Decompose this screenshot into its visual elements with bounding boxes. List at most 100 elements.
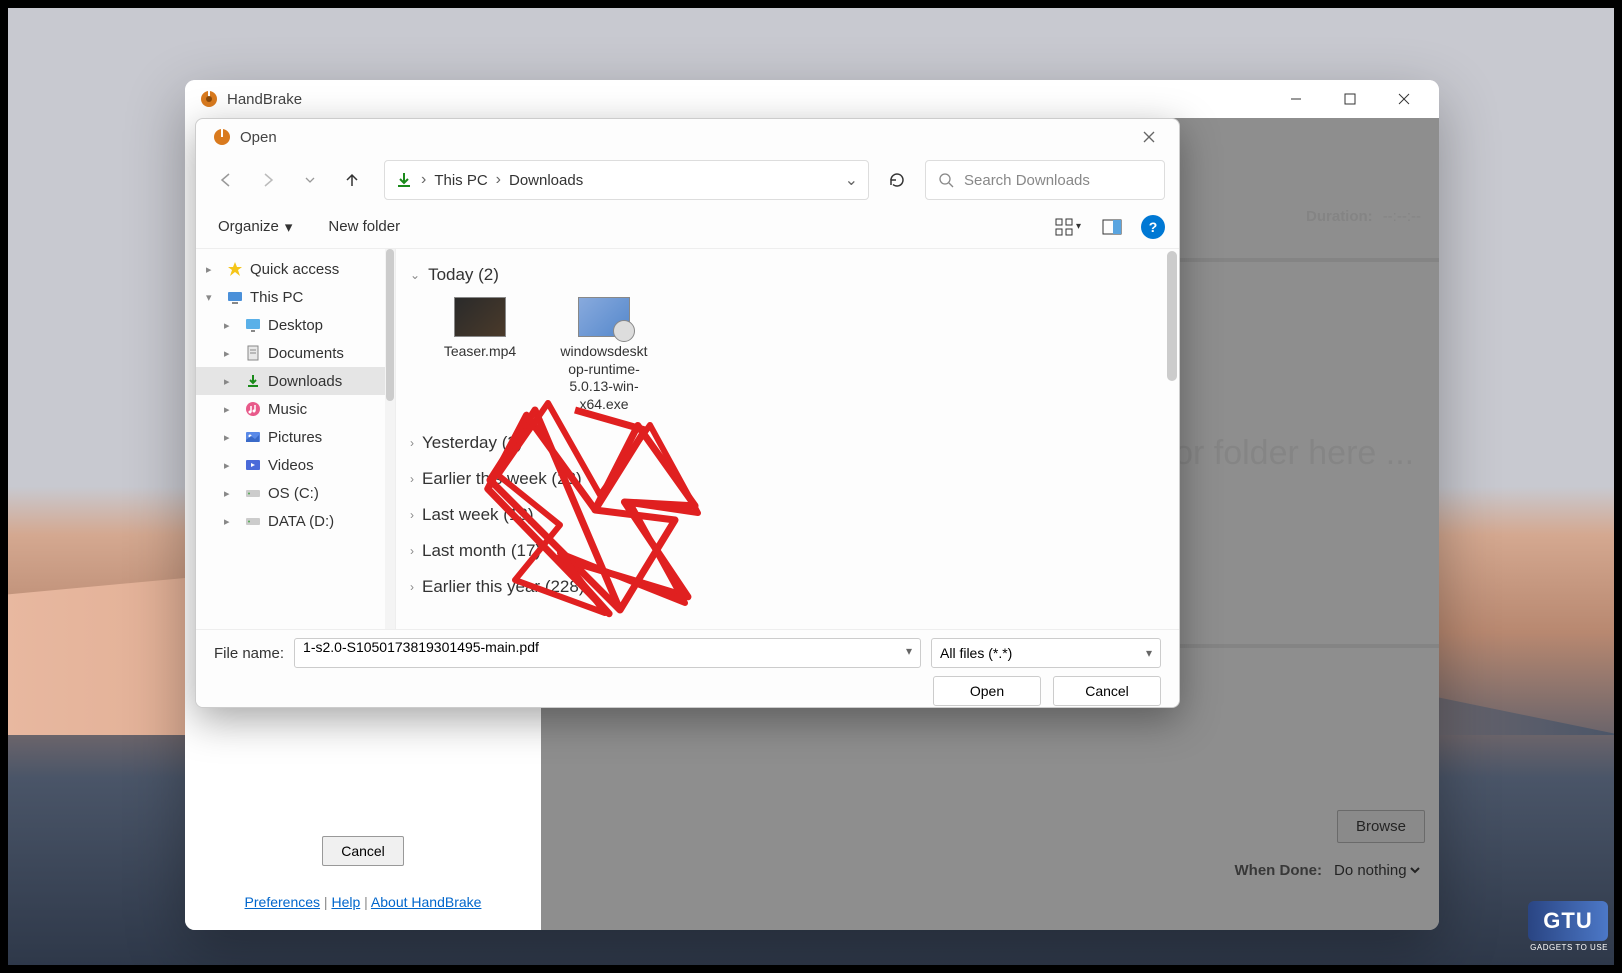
dialog-close-button[interactable]	[1129, 122, 1169, 152]
chevron-icon: ⌄	[410, 268, 420, 282]
pictures-icon	[244, 428, 262, 446]
help-link[interactable]: Help	[331, 894, 360, 910]
documents-icon	[244, 344, 262, 362]
tree-item-os-c-[interactable]: ▸ OS (C:)	[196, 479, 395, 507]
dialog-title: Open	[240, 129, 277, 146]
star-icon	[226, 260, 244, 278]
new-folder-button[interactable]: New folder	[320, 214, 408, 239]
watermark-logo: GTU	[1528, 901, 1608, 941]
chevron-icon[interactable]: ▸	[206, 263, 220, 276]
chevron-down-icon[interactable]: ⌄	[845, 170, 858, 190]
tree-item-downloads[interactable]: ▸ Downloads	[196, 367, 395, 395]
chevron-icon[interactable]: ▸	[224, 319, 238, 332]
tree-item-videos[interactable]: ▸Videos	[196, 451, 395, 479]
app-titlebar[interactable]: HandBrake	[185, 80, 1439, 118]
group-label: Today (2)	[428, 265, 499, 285]
recent-button[interactable]	[294, 164, 326, 196]
tree-item-quick-access[interactable]: ▸ Quick access	[196, 255, 395, 283]
tree-item-data-d-[interactable]: ▸ DATA (D:)	[196, 507, 395, 535]
group-header[interactable]: ›Earlier this year (228)	[410, 569, 1165, 605]
drive-icon	[244, 512, 262, 530]
preferences-link[interactable]: Preferences	[245, 894, 320, 910]
footer-links: Preferences | Help | About HandBrake	[185, 884, 541, 930]
chevron-icon[interactable]: ▸	[224, 403, 238, 416]
tree-label: Pictures	[268, 429, 322, 446]
chevron-icon[interactable]: ▸	[224, 431, 238, 444]
back-button[interactable]	[210, 164, 242, 196]
group-header[interactable]: ›Last month (17)	[410, 533, 1165, 569]
filename-input[interactable]: 1-s2.0-S1050173819301495-main.pdf	[294, 638, 921, 668]
drive-icon	[244, 484, 262, 502]
minimize-button[interactable]	[1269, 80, 1323, 118]
chevron-right-icon: ›	[496, 171, 501, 189]
chevron-icon[interactable]: ▸	[224, 459, 238, 472]
organize-button[interactable]: Organize ▾	[210, 214, 300, 240]
tree-label: Quick access	[250, 261, 339, 278]
open-button[interactable]: Open	[933, 676, 1041, 706]
filename-label: File name:	[214, 645, 284, 662]
watermark: GTU GADGETS TO USE	[1528, 901, 1608, 957]
tree-item-music[interactable]: ▸ Music	[196, 395, 395, 423]
pc-icon	[226, 288, 244, 306]
chevron-down-icon: ▾	[285, 218, 293, 236]
download-icon	[395, 171, 413, 189]
address-bar[interactable]: › This PC › Downloads ⌄	[384, 160, 869, 200]
chevron-icon: ›	[410, 580, 414, 594]
scrollbar-thumb[interactable]	[1167, 251, 1177, 381]
group-header[interactable]: ⌄ Today (2)	[410, 257, 1165, 293]
chevron-icon[interactable]: ▸	[224, 515, 238, 528]
scrollbar[interactable]	[385, 249, 395, 629]
tree-item-desktop[interactable]: ▸Desktop	[196, 311, 395, 339]
group-label: Last week (13)	[422, 505, 534, 525]
chevron-icon[interactable]: ▸	[224, 487, 238, 500]
tree-item-this-pc[interactable]: ▾ This PC	[196, 283, 395, 311]
filetype-filter[interactable]: All files (*.*)	[931, 638, 1161, 668]
toolbar: Organize ▾ New folder ▾ ?	[196, 205, 1179, 249]
cancel-button[interactable]: Cancel	[322, 836, 404, 866]
breadcrumb-item[interactable]: Downloads	[509, 172, 583, 189]
preview-pane-button[interactable]	[1097, 212, 1127, 242]
chevron-icon[interactable]: ▸	[224, 347, 238, 360]
scrollbar-thumb[interactable]	[386, 249, 394, 401]
up-button[interactable]	[336, 164, 368, 196]
tree-label: OS (C:)	[268, 485, 319, 502]
search-box[interactable]: Search Downloads	[925, 160, 1165, 200]
dialog-titlebar[interactable]: Open	[196, 119, 1179, 155]
chevron-icon[interactable]: ▾	[206, 291, 220, 304]
app-title: HandBrake	[227, 91, 302, 108]
tree-item-pictures[interactable]: ▸ Pictures	[196, 423, 395, 451]
download-icon	[244, 372, 262, 390]
search-placeholder: Search Downloads	[964, 172, 1090, 189]
tree-label: DATA (D:)	[268, 513, 334, 530]
refresh-button[interactable]	[879, 162, 915, 198]
tree-item-documents[interactable]: ▸Documents	[196, 339, 395, 367]
exe-thumbnail-icon	[578, 297, 630, 337]
video-thumbnail-icon	[454, 297, 506, 337]
file-item[interactable]: windowsdesktop-runtime-5.0.13-win-x64.ex…	[558, 297, 650, 413]
group-header[interactable]: ›Yesterday (3)	[410, 425, 1165, 461]
file-list[interactable]: ⌄ Today (2) Teaser.mp4 windowsdesktop-runti…	[396, 249, 1179, 629]
about-link[interactable]: About HandBrake	[371, 894, 482, 910]
close-button[interactable]	[1377, 80, 1431, 118]
forward-button[interactable]	[252, 164, 284, 196]
maximize-button[interactable]	[1323, 80, 1377, 118]
help-button[interactable]: ?	[1141, 215, 1165, 239]
desktop-icon	[244, 316, 262, 334]
search-icon	[938, 172, 954, 188]
view-options-button[interactable]: ▾	[1053, 212, 1083, 242]
tree-label: Music	[268, 401, 307, 418]
chevron-icon[interactable]: ▸	[224, 375, 238, 388]
file-item[interactable]: Teaser.mp4	[434, 297, 526, 413]
address-bar-row: › This PC › Downloads ⌄ Search Downloads	[196, 155, 1179, 205]
cancel-button[interactable]: Cancel	[1053, 676, 1161, 706]
videos-icon	[244, 456, 262, 474]
chevron-right-icon: ›	[421, 171, 426, 189]
tree-label: This PC	[250, 289, 303, 306]
breadcrumb-item[interactable]: This PC	[434, 172, 487, 189]
music-icon	[244, 400, 262, 418]
group-header[interactable]: › Last week (13)	[410, 497, 1165, 533]
tree-label: Downloads	[268, 373, 342, 390]
navigation-tree[interactable]: ▸Quick access▾This PC▸Desktop▸Documents▸…	[196, 249, 396, 629]
group-header[interactable]: ›Earlier this week (23)	[410, 461, 1165, 497]
chevron-icon: ›	[410, 508, 414, 522]
